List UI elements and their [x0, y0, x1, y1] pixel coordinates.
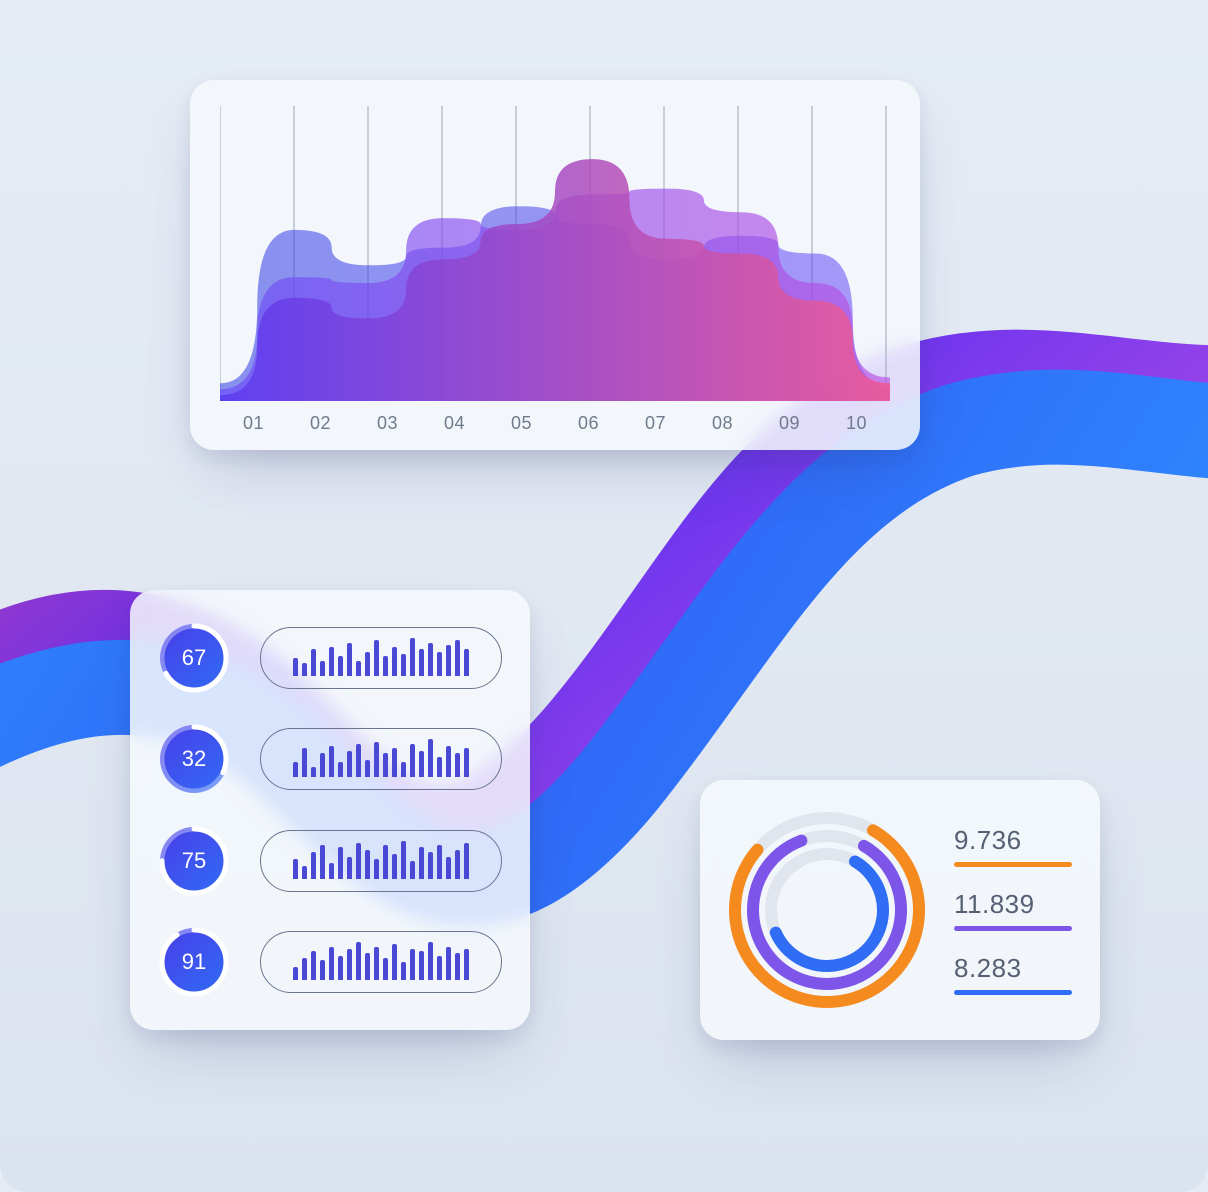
sparkline — [260, 627, 502, 689]
radial-stats-card: 9.736 11.839 8.283 — [700, 780, 1100, 1040]
stat-color-swatch — [954, 990, 1072, 995]
metric-row: 32 — [158, 723, 502, 795]
x-tick-label: 01 — [220, 413, 287, 434]
x-tick-label: 06 — [555, 413, 622, 434]
dial-value: 91 — [158, 926, 230, 998]
progress-dial: 32 — [158, 723, 230, 795]
progress-dial: 75 — [158, 825, 230, 897]
sparkline — [260, 728, 502, 790]
x-tick-label: 10 — [823, 413, 890, 434]
stat-color-swatch — [954, 926, 1072, 931]
x-tick-label: 08 — [689, 413, 756, 434]
x-tick-label: 05 — [488, 413, 555, 434]
stat-value: 9.736 — [954, 825, 1072, 856]
stat-value: 8.283 — [954, 953, 1072, 984]
stat-color-swatch — [954, 862, 1072, 867]
x-tick-label: 02 — [287, 413, 354, 434]
progress-dial: 67 — [158, 622, 230, 694]
radial-stats-legend: 9.736 11.839 8.283 — [954, 825, 1072, 995]
progress-dial: 91 — [158, 926, 230, 998]
dial-value: 67 — [158, 622, 230, 694]
x-tick-label: 04 — [421, 413, 488, 434]
dial-value: 75 — [158, 825, 230, 897]
sparkline — [260, 931, 502, 993]
x-tick-label: 09 — [756, 413, 823, 434]
metric-row: 67 — [158, 622, 502, 694]
area-chart — [220, 106, 890, 401]
x-tick-label: 03 — [354, 413, 421, 434]
x-tick-label: 07 — [622, 413, 689, 434]
metric-row: 75 — [158, 825, 502, 897]
dial-value: 32 — [158, 723, 230, 795]
metrics-card: 67 32 — [130, 590, 530, 1030]
area-chart-x-axis: 01020304050607080910 — [220, 413, 890, 434]
sparkline — [260, 830, 502, 892]
stat-item: 9.736 — [954, 825, 1072, 867]
area-chart-card: 01020304050607080910 — [190, 80, 920, 450]
nested-donut-chart — [722, 805, 932, 1015]
stat-item: 11.839 — [954, 889, 1072, 931]
stat-item: 8.283 — [954, 953, 1072, 995]
stat-value: 11.839 — [954, 889, 1072, 920]
metric-row: 91 — [158, 926, 502, 998]
